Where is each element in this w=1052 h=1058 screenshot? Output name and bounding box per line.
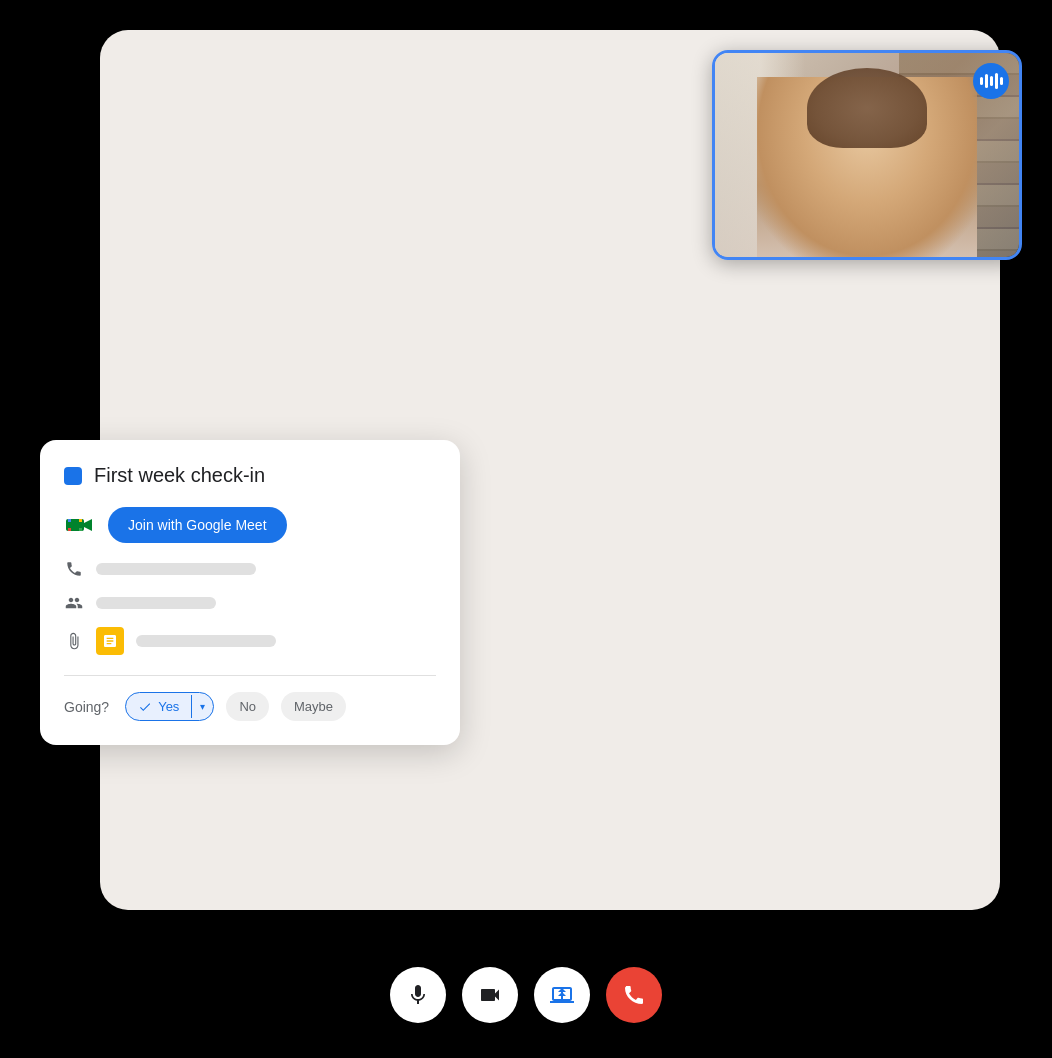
meet-join-row: Join with Google Meet [64, 507, 436, 543]
phone-row [64, 559, 436, 579]
phone-icon [64, 559, 84, 579]
share-screen-button[interactable] [534, 967, 590, 1023]
join-meet-button[interactable]: Join with Google Meet [108, 507, 287, 543]
pip-video [712, 50, 1022, 260]
checkmark-icon [138, 700, 152, 714]
event-title-row: First week check-in [64, 464, 436, 487]
share-screen-icon [550, 983, 574, 1007]
hangup-button[interactable] [606, 967, 662, 1023]
card-divider [64, 675, 436, 676]
attachment-thumbnail [96, 627, 124, 655]
rsvp-no-button[interactable]: No [226, 692, 269, 721]
rsvp-yes-main[interactable]: Yes [126, 693, 191, 720]
rsvp-row: Going? Yes ▾ No Maybe [64, 692, 436, 721]
phone-info-line [96, 563, 256, 575]
attachment-row [64, 627, 436, 655]
event-card: First week check-in Join with Google Mee… [40, 440, 460, 745]
audio-active-indicator [973, 63, 1009, 99]
scene: First week check-in Join with Google Mee… [0, 0, 1052, 1058]
microphone-button[interactable] [390, 967, 446, 1023]
rsvp-label: Going? [64, 699, 109, 715]
guests-info-line [96, 597, 216, 609]
event-title: First week check-in [94, 464, 265, 487]
guests-icon [64, 593, 84, 613]
event-color-indicator [64, 467, 82, 485]
rsvp-dropdown-arrow[interactable]: ▾ [191, 695, 213, 718]
camera-icon [478, 983, 502, 1007]
rsvp-maybe-button[interactable]: Maybe [281, 692, 346, 721]
attachment-icon [64, 631, 84, 651]
rsvp-yes-label: Yes [158, 699, 179, 714]
hangup-icon [622, 983, 646, 1007]
controls-bar [390, 967, 662, 1023]
rsvp-yes-button[interactable]: Yes ▾ [125, 692, 214, 721]
camera-button[interactable] [462, 967, 518, 1023]
attachment-name-line [136, 635, 276, 647]
guests-row [64, 593, 436, 613]
google-meet-icon [64, 509, 96, 541]
microphone-icon [406, 983, 430, 1007]
